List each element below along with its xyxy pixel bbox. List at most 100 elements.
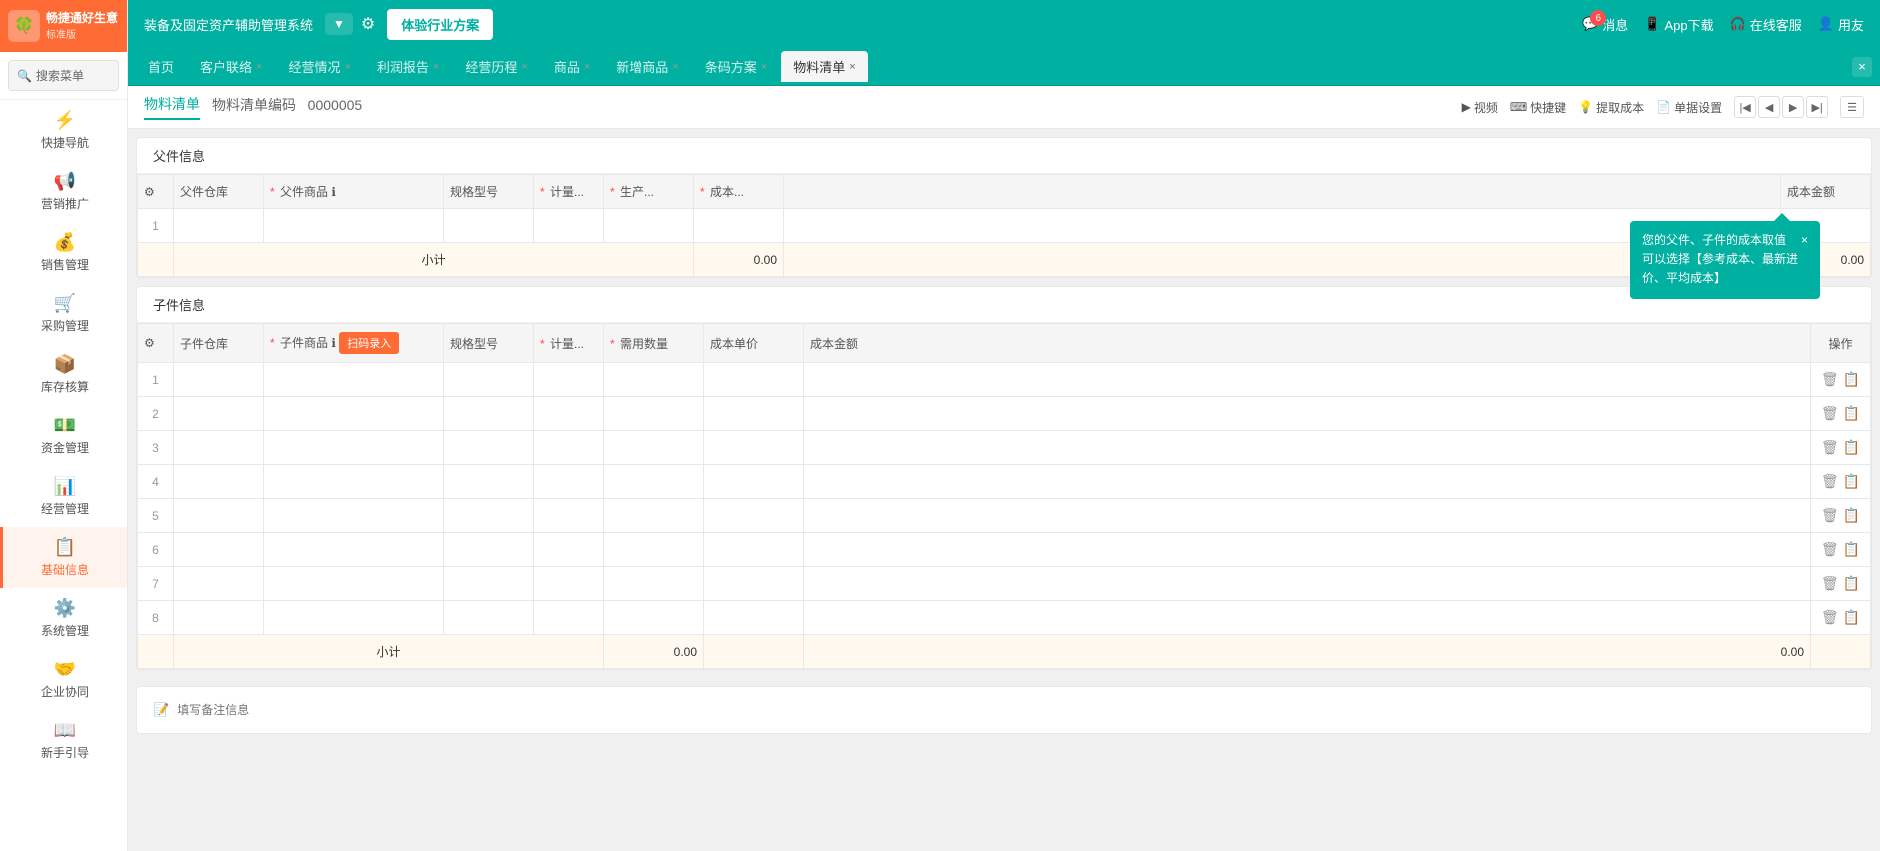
child-unit-cell-2[interactable] xyxy=(534,431,604,465)
bottom-note-input[interactable] xyxy=(177,703,1855,717)
delete-row-button-6[interactable]: 🗑 xyxy=(1821,575,1839,592)
delete-row-button-3[interactable]: 🗑 xyxy=(1821,473,1839,490)
copy-row-button-6[interactable]: 📋 xyxy=(1843,575,1860,592)
sidebar-item-basic-info[interactable]: 📋 基础信息 xyxy=(0,527,127,588)
tab-products-close[interactable]: × xyxy=(584,61,590,73)
child-product-cell-6[interactable] xyxy=(264,567,444,601)
online-service-action[interactable]: 🎧 在线客服 xyxy=(1730,15,1802,34)
child-quantity-cell-4[interactable] xyxy=(604,499,704,533)
child-spec-cell-4[interactable] xyxy=(444,499,534,533)
child-product-cell-7[interactable] xyxy=(264,601,444,635)
child-product-cell-0[interactable] xyxy=(264,363,444,397)
parent-spec-cell[interactable] xyxy=(444,209,534,243)
child-warehouse-cell-0[interactable] xyxy=(174,363,264,397)
child-unit-cell-0[interactable] xyxy=(534,363,604,397)
child-spec-cell-5[interactable] xyxy=(444,533,534,567)
nav-prev-button[interactable]: ◀ xyxy=(1758,96,1780,118)
copy-row-button-4[interactable]: 📋 xyxy=(1843,507,1860,524)
tab-profit-close[interactable]: × xyxy=(433,61,439,73)
system-dropdown-button[interactable]: ▼ xyxy=(325,13,353,35)
tab-add-product-close[interactable]: × xyxy=(672,61,678,73)
child-quantity-cell-1[interactable] xyxy=(604,397,704,431)
child-warehouse-cell-1[interactable] xyxy=(174,397,264,431)
parent-unit-cell[interactable] xyxy=(534,209,604,243)
child-unit-cell-5[interactable] xyxy=(534,533,604,567)
sidebar-item-sales[interactable]: 💰 销售管理 xyxy=(0,222,127,283)
child-product-cell-1[interactable] xyxy=(264,397,444,431)
child-spec-cell-1[interactable] xyxy=(444,397,534,431)
child-quantity-cell-7[interactable] xyxy=(604,601,704,635)
page-tab-bom[interactable]: 物料清单 xyxy=(144,94,200,120)
settings-gear-button[interactable]: ⚙ xyxy=(357,10,379,38)
child-warehouse-cell-4[interactable] xyxy=(174,499,264,533)
sidebar-item-inventory[interactable]: 📦 库存核算 xyxy=(0,344,127,405)
child-warehouse-cell-5[interactable] xyxy=(174,533,264,567)
parent-cost-cell[interactable] xyxy=(694,209,784,243)
child-unit-cell-6[interactable] xyxy=(534,567,604,601)
delete-row-button-5[interactable]: 🗑 xyxy=(1821,541,1839,558)
copy-row-button-1[interactable]: 📋 xyxy=(1843,405,1860,422)
delete-row-button-7[interactable]: 🗑 xyxy=(1821,609,1839,626)
tab-operation-status-close[interactable]: × xyxy=(344,61,350,73)
tab-customer-close[interactable]: × xyxy=(256,61,262,73)
copy-row-button-3[interactable]: 📋 xyxy=(1843,473,1860,490)
child-unit-cost-cell-3[interactable] xyxy=(704,465,804,499)
child-quantity-cell-2[interactable] xyxy=(604,431,704,465)
child-unit-cost-cell-1[interactable] xyxy=(704,397,804,431)
sidebar-item-purchase[interactable]: 🛒 采购管理 xyxy=(0,283,127,344)
nav-last-button[interactable]: ▶| xyxy=(1806,96,1828,118)
child-spec-cell-2[interactable] xyxy=(444,431,534,465)
scan-input-button[interactable]: 扫码录入 xyxy=(339,332,399,354)
child-unit-cost-cell-0[interactable] xyxy=(704,363,804,397)
nav-first-button[interactable]: |◀ xyxy=(1734,96,1756,118)
nav-next-button[interactable]: ▶ xyxy=(1782,96,1804,118)
tab-history-close[interactable]: × xyxy=(521,61,527,73)
tab-home[interactable]: 首页 xyxy=(136,51,186,82)
tab-bom[interactable]: 物料清单 × xyxy=(781,51,867,82)
search-menu-button[interactable]: 🔍 搜索菜单 xyxy=(8,60,119,91)
child-quantity-cell-5[interactable] xyxy=(604,533,704,567)
child-spec-cell-6[interactable] xyxy=(444,567,534,601)
child-unit-cost-cell-5[interactable] xyxy=(704,533,804,567)
shortcut-button[interactable]: ⌨ 快捷键 xyxy=(1510,99,1566,116)
sidebar-item-system[interactable]: ⚙️ 系统管理 xyxy=(0,588,127,649)
child-unit-cell-1[interactable] xyxy=(534,397,604,431)
sidebar-item-marketing[interactable]: 📢 营销推广 xyxy=(0,161,127,222)
child-product-cell-4[interactable] xyxy=(264,499,444,533)
child-unit-cost-cell-6[interactable] xyxy=(704,567,804,601)
child-spec-cell-3[interactable] xyxy=(444,465,534,499)
delete-row-button-0[interactable]: 🗑 xyxy=(1821,371,1839,388)
trial-btn[interactable]: 体验行业方案 xyxy=(387,9,493,40)
sidebar-item-guide[interactable]: 📖 新手引导 xyxy=(0,710,127,771)
tooltip-close-button[interactable]: × xyxy=(1801,231,1808,250)
app-download-action[interactable]: 📱 App下载 xyxy=(1644,15,1713,34)
tab-customer[interactable]: 客户联络 × xyxy=(188,51,274,82)
list-view-button[interactable]: ☰ xyxy=(1840,96,1864,118)
tab-operation-status[interactable]: 经营情况 × xyxy=(276,51,362,82)
tab-products[interactable]: 商品 × xyxy=(542,51,602,82)
message-action[interactable]: 💬 6 消息 xyxy=(1582,15,1628,34)
delete-row-button-2[interactable]: 🗑 xyxy=(1821,439,1839,456)
child-spec-cell-7[interactable] xyxy=(444,601,534,635)
child-product-cell-5[interactable] xyxy=(264,533,444,567)
child-product-cell-2[interactable] xyxy=(264,431,444,465)
child-unit-cell-3[interactable] xyxy=(534,465,604,499)
delete-row-button-1[interactable]: 🗑 xyxy=(1821,405,1839,422)
child-unit-cell-7[interactable] xyxy=(534,601,604,635)
child-product-cell-3[interactable] xyxy=(264,465,444,499)
parent-warehouse-cell[interactable] xyxy=(174,209,264,243)
tab-add-product[interactable]: 新增商品 × xyxy=(604,51,690,82)
tab-profit[interactable]: 利润报告 × xyxy=(365,51,451,82)
copy-row-button-2[interactable]: 📋 xyxy=(1843,439,1860,456)
delete-row-button-4[interactable]: 🗑 xyxy=(1821,507,1839,524)
parent-product-cell[interactable] xyxy=(264,209,444,243)
tab-barcode-close[interactable]: × xyxy=(761,61,767,73)
child-unit-cost-cell-2[interactable] xyxy=(704,431,804,465)
child-unit-cell-4[interactable] xyxy=(534,499,604,533)
single-settings-button[interactable]: 📄 单据设置 xyxy=(1656,99,1722,116)
child-warehouse-cell-7[interactable] xyxy=(174,601,264,635)
child-unit-cost-cell-7[interactable] xyxy=(704,601,804,635)
extract-cost-button[interactable]: 💡 提取成本 xyxy=(1578,99,1644,116)
child-warehouse-cell-6[interactable] xyxy=(174,567,264,601)
sidebar-item-finance[interactable]: 💵 资金管理 xyxy=(0,405,127,466)
